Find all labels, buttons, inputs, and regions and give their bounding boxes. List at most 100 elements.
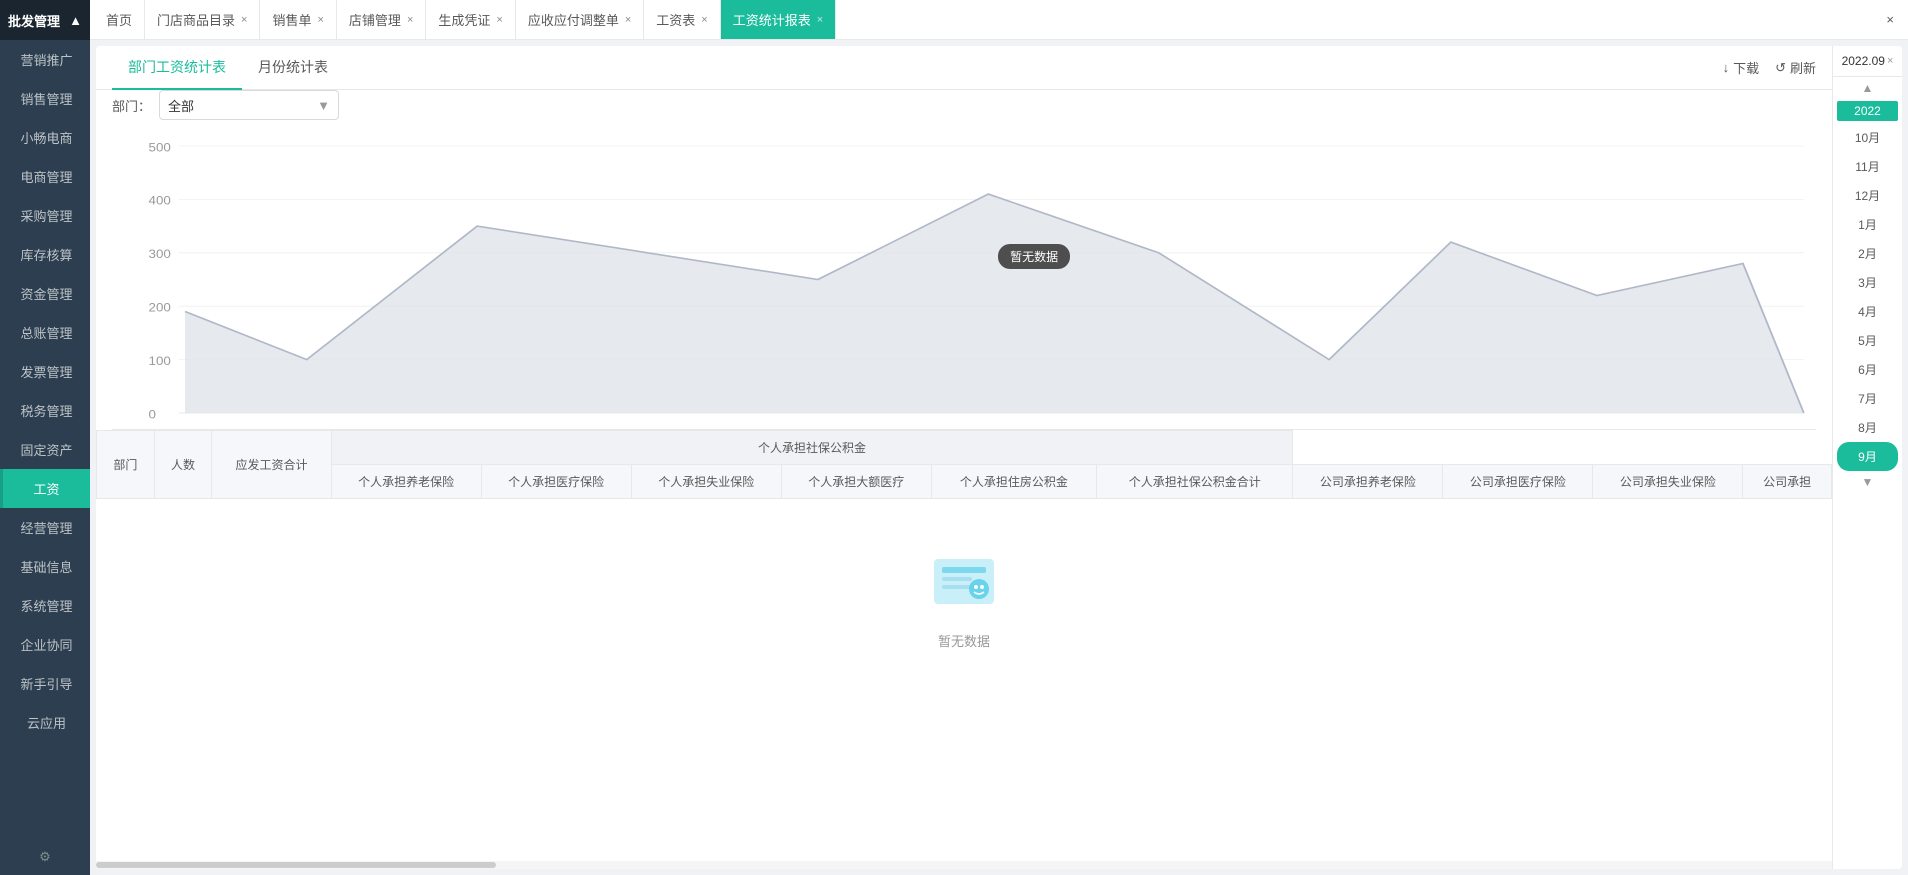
download-label: 下载 [1733,58,1759,77]
sidebar-item-基础信息[interactable]: 基础信息 [0,547,90,586]
calendar-month-6月[interactable]: 6月 [1833,355,1902,384]
filter-row: 部门： 全部 ▼ [96,90,1832,130]
tab-店铺管理[interactable]: 店铺管理× [337,0,426,40]
tab-销售单[interactable]: 销售单× [260,0,336,40]
tab-工资表[interactable]: 工资表× [644,0,720,40]
tab-close-应收应付调整单[interactable]: × [625,14,631,26]
tab-close-店铺管理[interactable]: × [407,14,413,26]
content-area: 部门工资统计表月份统计表 ↓ 下载 ↺ 刷新 部门： 全部 ▼ [96,46,1902,869]
col-group-personal: 个人承担社保公积金 [331,431,1293,465]
calendar-date-label: 2022.09 [1842,54,1885,68]
tab-生成凭证[interactable]: 生成凭证× [426,0,515,40]
calendar-month-8月[interactable]: 8月 [1833,413,1902,442]
calendar-month-5月[interactable]: 5月 [1833,326,1902,355]
calendar-month-11月[interactable]: 11月 [1833,152,1902,181]
table-container[interactable]: 部门 人数 应发工资合计 个人承担社保公积金 个人承担养老保险 个人承担医疗保险… [96,430,1832,861]
sidebar-item-总账管理[interactable]: 总账管理 [0,313,90,352]
col-total-salary: 应发工资合计 [212,431,331,499]
calendar-month-2月[interactable]: 2月 [1833,239,1902,268]
no-data-area: 暂无数据 [96,499,1832,690]
calendar-up-arrow[interactable]: ▲ [1833,77,1902,99]
sidebar-item-销售管理[interactable]: 销售管理 [0,79,90,118]
sidebar-item-云应用[interactable]: 云应用 [0,703,90,742]
sidebar-items-container: 营销推广销售管理小畅电商电商管理采购管理库存核算资金管理总账管理发票管理税务管理… [0,40,90,742]
close-all-tabs-button[interactable]: × [1876,12,1904,27]
no-data-icon [924,539,1004,619]
sidebar-item-采购管理[interactable]: 采购管理 [0,196,90,235]
sub-tabs-container: 部门工资统计表月份统计表 [112,46,344,89]
tab-close-生成凭证[interactable]: × [496,14,502,26]
tab-首页[interactable]: 首页 [94,0,145,40]
sidebar-item-经营管理[interactable]: 经营管理 [0,508,90,547]
col-personal-major-medical: 个人承担大额医疗 [781,465,931,499]
gear-icon: ⚙ [39,849,51,864]
chart-area: 0 100 200 300 400 500 暂 [112,130,1816,430]
settings-button[interactable]: ⚙ [0,839,90,875]
svg-text:300: 300 [149,248,171,261]
calendar-year-badge[interactable]: 2022 [1837,101,1898,121]
tab-close-销售单[interactable]: × [317,14,323,26]
page-content: 部门工资统计表月份统计表 ↓ 下载 ↺ 刷新 部门： 全部 ▼ [96,46,1832,869]
col-personal-unemploy: 个人承担失业保险 [631,465,781,499]
sidebar-item-营销推广[interactable]: 营销推广 [0,40,90,79]
col-company-other: 公司承担 [1743,465,1832,499]
calendar-header: 2022.09 × [1833,46,1902,77]
sidebar-item-新手引导[interactable]: 新手引导 [0,664,90,703]
tab-close-工资统计报表[interactable]: × [817,14,823,26]
sidebar-item-税务管理[interactable]: 税务管理 [0,391,90,430]
svg-text:100: 100 [149,355,171,368]
table-header-row2: 个人承担养老保险 个人承担医疗保险 个人承担失业保险 个人承担大额医疗 个人承担… [97,465,1832,499]
tab-工资统计报表[interactable]: 工资统计报表× [721,0,836,40]
sidebar-item-固定资产[interactable]: 固定资产 [0,430,90,469]
sidebar-item-电商管理[interactable]: 电商管理 [0,157,90,196]
sidebar-item-资金管理[interactable]: 资金管理 [0,274,90,313]
stats-table: 部门 人数 应发工资合计 个人承担社保公积金 个人承担养老保险 个人承担医疗保险… [96,430,1832,499]
calendar-month-4月[interactable]: 4月 [1833,297,1902,326]
col-dept: 部门 [97,431,155,499]
tab-close-工资表[interactable]: × [701,14,707,26]
col-count: 人数 [154,431,212,499]
calendar-nav: ▲ 202210月11月12月1月2月3月4月5月6月7月8月9月 ▼ [1833,77,1902,493]
calendar-months-container: 202210月11月12月1月2月3月4月5月6月7月8月9月 [1833,99,1902,471]
calendar-panel: 2022.09 × ▲ 202210月11月12月1月2月3月4月5月6月7月8… [1832,46,1902,869]
dept-filter-label: 部门： [112,96,151,115]
svg-text:0: 0 [149,408,156,421]
sidebar-item-小畅电商[interactable]: 小畅电商 [0,118,90,157]
calendar-month-1月[interactable]: 1月 [1833,210,1902,239]
table-header-row1: 部门 人数 应发工资合计 个人承担社保公积金 [97,431,1832,465]
sidebar-toggle-icon[interactable]: ▲ [69,13,82,28]
calendar-down-arrow[interactable]: ▼ [1833,471,1902,493]
sub-tab-部门工资统计表[interactable]: 部门工资统计表 [112,46,242,90]
sidebar-item-库存核算[interactable]: 库存核算 [0,235,90,274]
svg-text:500: 500 [149,141,171,154]
calendar-month-10月[interactable]: 10月 [1833,123,1902,152]
col-personal-total: 个人承担社保公积金合计 [1097,465,1293,499]
chevron-down-icon: ▼ [317,98,330,113]
sidebar-item-发票管理[interactable]: 发票管理 [0,352,90,391]
tab-门店商品目录[interactable]: 门店商品目录× [145,0,260,40]
refresh-button[interactable]: ↺ 刷新 [1775,58,1816,77]
chart-tooltip: 暂无数据 [998,244,1070,269]
tab-应收应付调整单[interactable]: 应收应付调整单× [516,0,644,40]
sidebar-item-工资[interactable]: 工资 [0,469,90,508]
svg-text:200: 200 [149,301,171,314]
refresh-icon: ↺ [1775,60,1786,76]
calendar-month-7月[interactable]: 7月 [1833,384,1902,413]
calendar-month-9月[interactable]: 9月 [1837,442,1898,471]
col-personal-medical: 个人承担医疗保险 [481,465,631,499]
dept-filter-select[interactable]: 全部 ▼ [159,90,339,120]
calendar-month-12月[interactable]: 12月 [1833,181,1902,210]
download-icon: ↓ [1723,60,1730,75]
calendar-close-icon[interactable]: × [1887,55,1893,67]
tab-close-门店商品目录[interactable]: × [241,14,247,26]
main-area: 首页门店商品目录×销售单×店铺管理×生成凭证×应收应付调整单×工资表×工资统计报… [90,0,1908,875]
scroll-bar-area[interactable] [96,861,1832,869]
sidebar: 批发管理 ▲ 营销推广销售管理小畅电商电商管理采购管理库存核算资金管理总账管理发… [0,0,90,875]
calendar-month-3月[interactable]: 3月 [1833,268,1902,297]
col-company-unemploy: 公司承担失业保险 [1593,465,1743,499]
scroll-thumb[interactable] [96,862,496,868]
sidebar-item-系统管理[interactable]: 系统管理 [0,586,90,625]
sub-tab-月份统计表[interactable]: 月份统计表 [242,46,344,90]
download-button[interactable]: ↓ 下载 [1723,58,1760,77]
sidebar-item-企业协同[interactable]: 企业协同 [0,625,90,664]
